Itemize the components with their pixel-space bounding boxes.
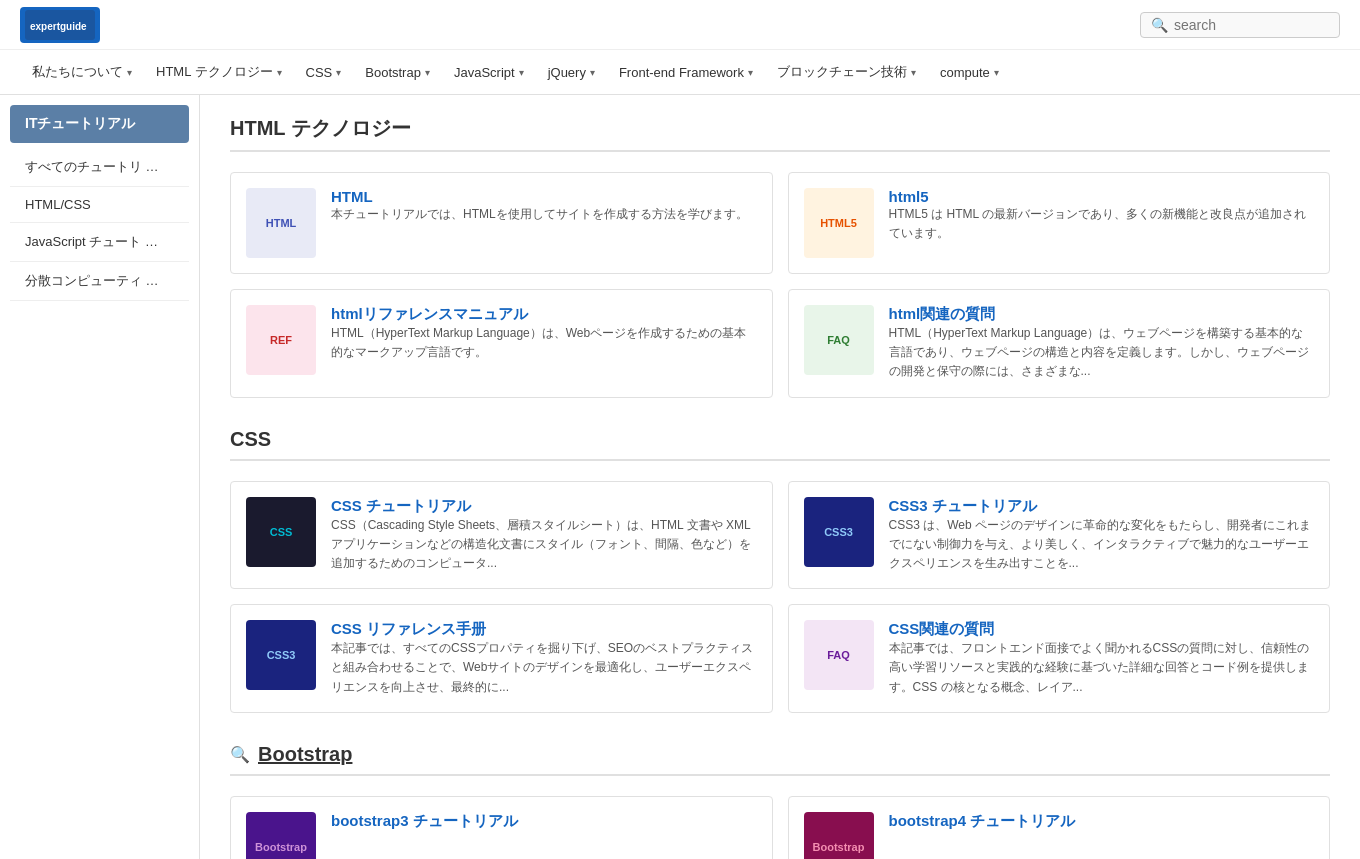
content-area: HTML テクノロジーHTMLHTML本チュートリアルでは、HTMLを使用してサ… [200, 95, 1360, 859]
sidebar-header: ITチュートリアル [10, 105, 189, 143]
nav-item-CSS[interactable]: CSS▾ [294, 50, 354, 94]
search-wrapper[interactable]: 🔍 [1140, 12, 1340, 38]
chevron-down-icon: ▾ [277, 67, 282, 78]
cards-grid-html-tech: HTMLHTML本チュートリアルでは、HTMLを使用してサイトを作成する方法を学… [230, 172, 1330, 398]
card-desc-htmlfaq: HTML（HyperText Markup Language）は、ウェブページを… [889, 324, 1315, 382]
card-title-bootstrap3[interactable]: bootstrap3 チュートリアル [331, 812, 518, 829]
card-thumbnail-css-ref: CSS3 [246, 620, 316, 690]
logo[interactable]: expertguide [20, 7, 100, 43]
card-title-html5[interactable]: html5 [889, 188, 929, 205]
card-body-css-faq: CSS関連の質問本記事では、フロントエンド面接でよく聞かれるCSSの質問に対し、… [889, 620, 1315, 697]
card-body-htmlref: htmlリファレンスマニュアル HTML（HyperText Markup Lan… [331, 305, 757, 362]
card-title-css-tutorial[interactable]: CSS チュートリアル [331, 497, 471, 514]
chevron-down-icon: ▾ [425, 67, 430, 78]
card-thumbnail-bootstrap4: Bootstrap [804, 812, 874, 859]
card-thumbnail-html5: HTML5 [804, 188, 874, 258]
card-body-css-ref: CSS リファレンス手册本記事では、すべてのCSSプロパティを掘り下げ、SEOの… [331, 620, 757, 697]
search-input[interactable] [1174, 17, 1329, 33]
cards-grid-bootstrap: Bootstrap bootstrap3 チュートリアル Bootstrap boot… [230, 796, 1330, 859]
card-body-html: HTML本チュートリアルでは、HTMLを使用してサイトを作成する方法を学びます。 [331, 188, 757, 224]
card-css-ref[interactable]: CSS3CSS リファレンス手册本記事では、すべてのCSSプロパティを掘り下げ、… [230, 604, 773, 713]
card-html[interactable]: HTMLHTML本チュートリアルでは、HTMLを使用してサイトを作成する方法を学… [230, 172, 773, 274]
nav-item-私たちについて[interactable]: 私たちについて▾ [20, 50, 144, 94]
chevron-down-icon: ▾ [911, 67, 916, 78]
card-htmlfaq[interactable]: FAQ html関連の質問 HTML（HyperText Markup Langua… [788, 289, 1331, 398]
section-title-html-tech: HTML テクノロジー [230, 115, 1330, 152]
card-thumbnail-css-tutorial: CSS [246, 497, 316, 567]
card-thumbnail-html: HTML [246, 188, 316, 258]
card-body-htmlfaq: html関連の質問 HTML（HyperText Markup Language）… [889, 305, 1315, 382]
card-desc-css-tutorial: CSS（Cascading Style Sheets、層積スタイルシート）は、H… [331, 516, 757, 574]
card-thumbnail-htmlref: REF [246, 305, 316, 375]
card-title-htmlfaq[interactable]: html関連の質問 [889, 305, 996, 322]
chevron-down-icon: ▾ [519, 67, 524, 78]
nav-item-Bootstrap[interactable]: Bootstrap▾ [353, 50, 442, 94]
nav-item-Front-end-Framework[interactable]: Front-end Framework▾ [607, 50, 765, 94]
nav-item-compute[interactable]: compute▾ [928, 50, 1011, 94]
card-css3-tutorial[interactable]: CSS3 CSS3 チュートリアル CSS3 は、Web ページのデザインに革命的な… [788, 481, 1331, 590]
card-desc-css3-tutorial: CSS3 は、Web ページのデザインに革命的な変化をもたらし、開発者にこれまで… [889, 516, 1315, 574]
card-bootstrap3[interactable]: Bootstrap bootstrap3 チュートリアル [230, 796, 773, 859]
card-title-bootstrap4[interactable]: bootstrap4 チュートリアル [889, 812, 1076, 829]
card-css-tutorial[interactable]: CSS CSS チュートリアル CSS（Cascading Style Sheets… [230, 481, 773, 590]
card-body-html5: html5HTML5 は HTML の最新バージョンであり、多くの新機能と改良点… [889, 188, 1315, 243]
card-title-css-faq[interactable]: CSS関連の質問 [889, 620, 995, 637]
card-thumbnail-css-faq: FAQ [804, 620, 874, 690]
sidebar-item[interactable]: JavaScript チュート … [10, 223, 189, 262]
chevron-down-icon: ▾ [994, 67, 999, 78]
nav-item-jQuery[interactable]: jQuery▾ [536, 50, 607, 94]
card-thumbnail-htmlfaq: FAQ [804, 305, 874, 375]
svg-text:expertguide: expertguide [30, 21, 87, 32]
sidebar: ITチュートリアル すべてのチュートリ …HTML/CSSJavaScript … [0, 95, 200, 859]
chevron-down-icon: ▾ [127, 67, 132, 78]
section-title-text: Bootstrap [258, 743, 352, 766]
sidebar-item[interactable]: 分散コンピューティ … [10, 262, 189, 301]
card-body-bootstrap3: bootstrap3 チュートリアル [331, 812, 757, 831]
card-desc-css-ref: 本記事では、すべてのCSSプロパティを掘り下げ、SEOのベストプラクティスと組み… [331, 639, 757, 697]
card-desc-htmlref: HTML（HyperText Markup Language）は、Webページを… [331, 324, 757, 362]
card-desc-html: 本チュートリアルでは、HTMLを使用してサイトを作成する方法を学びます。 [331, 205, 757, 224]
search-icon: 🔍 [230, 745, 250, 764]
logo-image: expertguide [20, 7, 100, 43]
chevron-down-icon: ▾ [590, 67, 595, 78]
card-desc-css-faq: 本記事では、フロントエンド面接でよく聞かれるCSSの質問に対し、信頼性の高い学習… [889, 639, 1315, 697]
main-nav: 私たちについて▾HTML テクノロジー▾CSS▾Bootstrap▾JavaSc… [0, 50, 1360, 95]
header: expertguide 🔍 [0, 0, 1360, 50]
nav-item-ブロックチェーン技術[interactable]: ブロックチェーン技術▾ [765, 50, 928, 94]
card-bootstrap4[interactable]: Bootstrap bootstrap4 チュートリアル [788, 796, 1331, 859]
card-desc-html5: HTML5 は HTML の最新バージョンであり、多くの新機能と改良点が追加され… [889, 205, 1315, 243]
nav-item-JavaScript[interactable]: JavaScript▾ [442, 50, 536, 94]
chevron-down-icon: ▾ [748, 67, 753, 78]
section-title-bootstrap: 🔍 Bootstrap [230, 743, 1330, 776]
card-body-css-tutorial: CSS チュートリアル CSS（Cascading Style Sheets、層積… [331, 497, 757, 574]
chevron-down-icon: ▾ [336, 67, 341, 78]
nav-item-HTML-テクノロジー[interactable]: HTML テクノロジー▾ [144, 50, 294, 94]
card-title-html[interactable]: HTML [331, 188, 373, 205]
search-icon: 🔍 [1151, 17, 1168, 33]
card-thumbnail-bootstrap3: Bootstrap [246, 812, 316, 859]
card-title-htmlref[interactable]: htmlリファレンスマニュアル [331, 305, 528, 322]
card-html5[interactable]: HTML5 html5HTML5 は HTML の最新バージョンであり、多くの新機… [788, 172, 1331, 274]
card-css-faq[interactable]: FAQCSS関連の質問本記事では、フロントエンド面接でよく聞かれるCSSの質問に… [788, 604, 1331, 713]
card-body-css3-tutorial: CSS3 チュートリアル CSS3 は、Web ページのデザインに革命的な変化をも… [889, 497, 1315, 574]
card-title-css3-tutorial[interactable]: CSS3 チュートリアル [889, 497, 1037, 514]
card-title-css-ref[interactable]: CSS リファレンス手册 [331, 620, 486, 637]
card-thumbnail-css3-tutorial: CSS3 [804, 497, 874, 567]
main-layout: ITチュートリアル すべてのチュートリ …HTML/CSSJavaScript … [0, 95, 1360, 859]
section-title-css: CSS [230, 428, 1330, 461]
card-htmlref[interactable]: REF htmlリファレンスマニュアル HTML（HyperText Markup … [230, 289, 773, 398]
cards-grid-css: CSS CSS チュートリアル CSS（Cascading Style Sheets… [230, 481, 1330, 713]
sidebar-item[interactable]: すべてのチュートリ … [10, 148, 189, 187]
sidebar-item[interactable]: HTML/CSS [10, 187, 189, 223]
card-body-bootstrap4: bootstrap4 チュートリアル [889, 812, 1315, 831]
